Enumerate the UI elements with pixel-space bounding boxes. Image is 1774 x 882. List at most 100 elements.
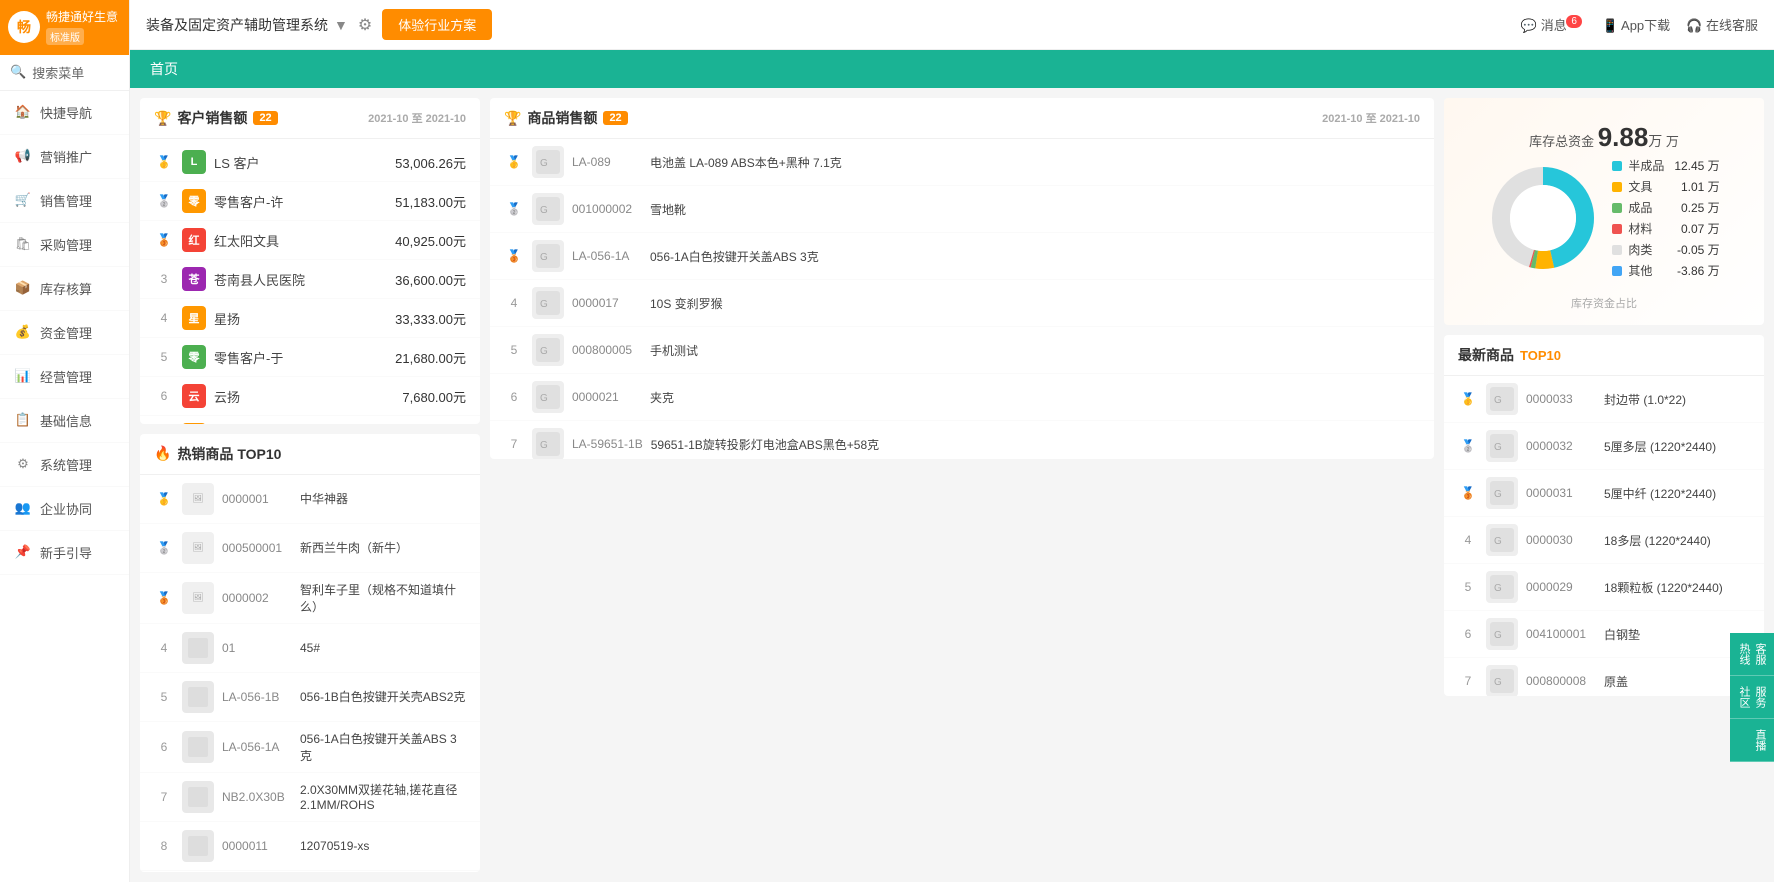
sidebar-item-marketing[interactable]: 📢 营销推广 — [0, 135, 129, 179]
legend-name: 半成品 — [1628, 157, 1668, 174]
sidebar-label-sales: 销售管理 — [40, 191, 92, 210]
product-badge: 22 — [603, 111, 627, 125]
table-row: 5 G 000800005 手机测试 — [490, 327, 1434, 374]
rank-num: 🥇 — [1458, 392, 1478, 406]
legend-name: 肉类 — [1628, 241, 1668, 258]
list-item: 6 G 004100001 白钢垫 — [1444, 611, 1764, 658]
tab-home[interactable]: 首页 — [130, 51, 198, 87]
svg-text:G: G — [1494, 630, 1502, 641]
settings-icon[interactable]: ⚙ — [358, 15, 372, 35]
rank-avatar: 云 — [182, 384, 206, 408]
float-service[interactable]: 客服热线 — [1730, 633, 1774, 676]
table-row: 🥇 G LA-089 电池盖 LA-089 ABS本色+黑种 7.1克 — [490, 139, 1434, 186]
legend-dot — [1612, 161, 1622, 171]
sidebar-nav: 🏠 快捷导航📢 营销推广🛒 销售管理🛍 采购管理📦 库存核算💰 资金管理📊 经营… — [0, 91, 129, 575]
sidebar-item-sales[interactable]: 🛒 销售管理 — [0, 179, 129, 223]
legend-name: 成品 — [1628, 199, 1668, 216]
hot-products-card: 🔥 热销商品 TOP10 🥇 🖼 0000001 中华神器 🥈 🖼 000500… — [140, 434, 480, 872]
online-service[interactable]: 🎧 在线客服 — [1686, 15, 1758, 34]
search-label: 搜索菜单 — [32, 63, 84, 82]
service-label: 在线客服 — [1706, 18, 1758, 33]
svg-text:G: G — [540, 346, 548, 357]
product-code: 0000029 — [1526, 580, 1596, 594]
legend-dot — [1612, 203, 1622, 213]
system-title: 装备及固定资产辅助管理系统 ▼ — [146, 15, 348, 35]
svg-text:G: G — [1494, 489, 1502, 500]
float-community[interactable]: 服务社区 — [1730, 676, 1774, 719]
top10-label: TOP10 — [1520, 348, 1561, 363]
sidebar-label-basic: 基础信息 — [40, 411, 92, 430]
product-image — [182, 830, 214, 862]
list-item: 🥈 G 0000032 5厘多层 (1220*2440) — [1444, 423, 1764, 470]
search-menu[interactable]: 🔍 搜索菜单 — [0, 55, 129, 91]
dropdown-icon[interactable]: ▼ — [334, 17, 348, 33]
product-name: 5厘多层 (1220*2440) — [1604, 438, 1750, 455]
legend-item: 文具 1.01 万 — [1612, 178, 1719, 195]
message-area[interactable]: 💬 消息 6 — [1521, 15, 1586, 34]
legend-value: 0.25 万 — [1681, 199, 1720, 216]
product-name: 中华神器 — [300, 490, 466, 507]
sidebar-item-basic[interactable]: 📋 基础信息 — [0, 399, 129, 443]
table-row: 3 苍 苍南县人民医院 36,600.00元 — [140, 260, 480, 299]
sidebar-item-operation[interactable]: 📊 经营管理 — [0, 355, 129, 399]
left-panel: 🏆 客户销售额 22 2021-10 至 2021-10 🥇 L LS 客户 5… — [140, 98, 480, 872]
sidebar: 畅 畅捷通好生意 标准版 🔍 搜索菜单 🏠 快捷导航📢 营销推广🛒 销售管理🛍 … — [0, 0, 130, 882]
rank-num: 7 — [504, 437, 524, 451]
product-name: 原盖 — [1604, 673, 1750, 690]
list-item: 5 G 0000029 18颗粒板 (1220*2440) — [1444, 564, 1764, 611]
product-code: LA-089 — [572, 155, 642, 169]
svg-text:G: G — [1494, 442, 1502, 453]
logo-badge: 标准版 — [46, 28, 84, 45]
sidebar-item-inventory[interactable]: 📦 库存核算 — [0, 267, 129, 311]
app-download[interactable]: 📱 App下载 — [1602, 15, 1670, 34]
rank-avatar: 苍 — [182, 267, 206, 291]
sidebar-item-quick-nav[interactable]: 🏠 快捷导航 — [0, 91, 129, 135]
product-name: 电池盖 LA-089 ABS本色+黑种 7.1克 — [650, 154, 1420, 171]
rank-amount: 21,680.00元 — [395, 348, 466, 367]
product-name: 59651-1B旋转投影灯电池盒ABS黑色+58克 — [651, 436, 1420, 453]
float-live[interactable]: 直播 — [1730, 719, 1774, 762]
rank-amount: 40,925.00元 — [395, 231, 466, 250]
enterprise-icon: 👥 — [14, 499, 32, 517]
trial-button[interactable]: 体验行业方案 — [382, 9, 492, 40]
product-image — [182, 632, 214, 664]
product-code: 0000001 — [222, 492, 292, 506]
product-image: 🖼 — [182, 483, 214, 515]
trophy-icon: 🏆 — [154, 110, 171, 127]
product-image: G — [532, 428, 564, 459]
table-row: 🥈 零 零售客户-许 51,183.00元 — [140, 182, 480, 221]
product-image: G — [532, 334, 564, 366]
svg-text:G: G — [1494, 395, 1502, 406]
product-name: 5厘中纤 (1220*2440) — [1604, 485, 1750, 502]
sidebar-item-enterprise[interactable]: 👥 企业协同 — [0, 487, 129, 531]
product-name: 夹克 — [650, 389, 1420, 406]
product-ranking-header: 🏆 商品销售额 22 2021-10 至 2021-10 — [490, 98, 1434, 139]
product-image: G — [1486, 524, 1518, 556]
product-image: G — [1486, 383, 1518, 415]
product-code: 0000032 — [1526, 439, 1596, 453]
inventory-unit: 万 — [1648, 133, 1662, 149]
rank-name: 星扬 — [214, 309, 387, 328]
rank-num: 6 — [154, 740, 174, 754]
legend-item: 半成品 12.45 万 — [1612, 157, 1719, 174]
sidebar-item-guide[interactable]: 📌 新手引导 — [0, 531, 129, 575]
sidebar-label-quick-nav: 快捷导航 — [40, 103, 92, 122]
sidebar-item-system[interactable]: ⚙ 系统管理 — [0, 443, 129, 487]
svg-text:G: G — [1494, 536, 1502, 547]
sidebar-item-purchase[interactable]: 🛍 采购管理 — [0, 223, 129, 267]
table-row: 🥈 G 001000002 雪地靴 — [490, 186, 1434, 233]
product-image: G — [532, 146, 564, 178]
product-code: 0000033 — [1526, 392, 1596, 406]
legend-item: 肉类 -0.05 万 — [1612, 241, 1719, 258]
sidebar-label-marketing: 营销推广 — [40, 147, 92, 166]
customer-rank-list: 🥇 L LS 客户 53,006.26元 🥈 零 零售客户-许 51,183.0… — [140, 139, 480, 424]
list-item: 4 G 0000030 18多层 (1220*2440) — [1444, 517, 1764, 564]
list-item: 🥉 G 0000031 5厘中纤 (1220*2440) — [1444, 470, 1764, 517]
sidebar-label-guide: 新手引导 — [40, 543, 92, 562]
rank-num: 4 — [1458, 533, 1478, 547]
phone-icon: 📱 — [1602, 18, 1618, 33]
table-row: 🥇 L LS 客户 53,006.26元 — [140, 143, 480, 182]
operation-icon: 📊 — [14, 367, 32, 385]
sidebar-label-operation: 经营管理 — [40, 367, 92, 386]
sidebar-item-finance[interactable]: 💰 资金管理 — [0, 311, 129, 355]
